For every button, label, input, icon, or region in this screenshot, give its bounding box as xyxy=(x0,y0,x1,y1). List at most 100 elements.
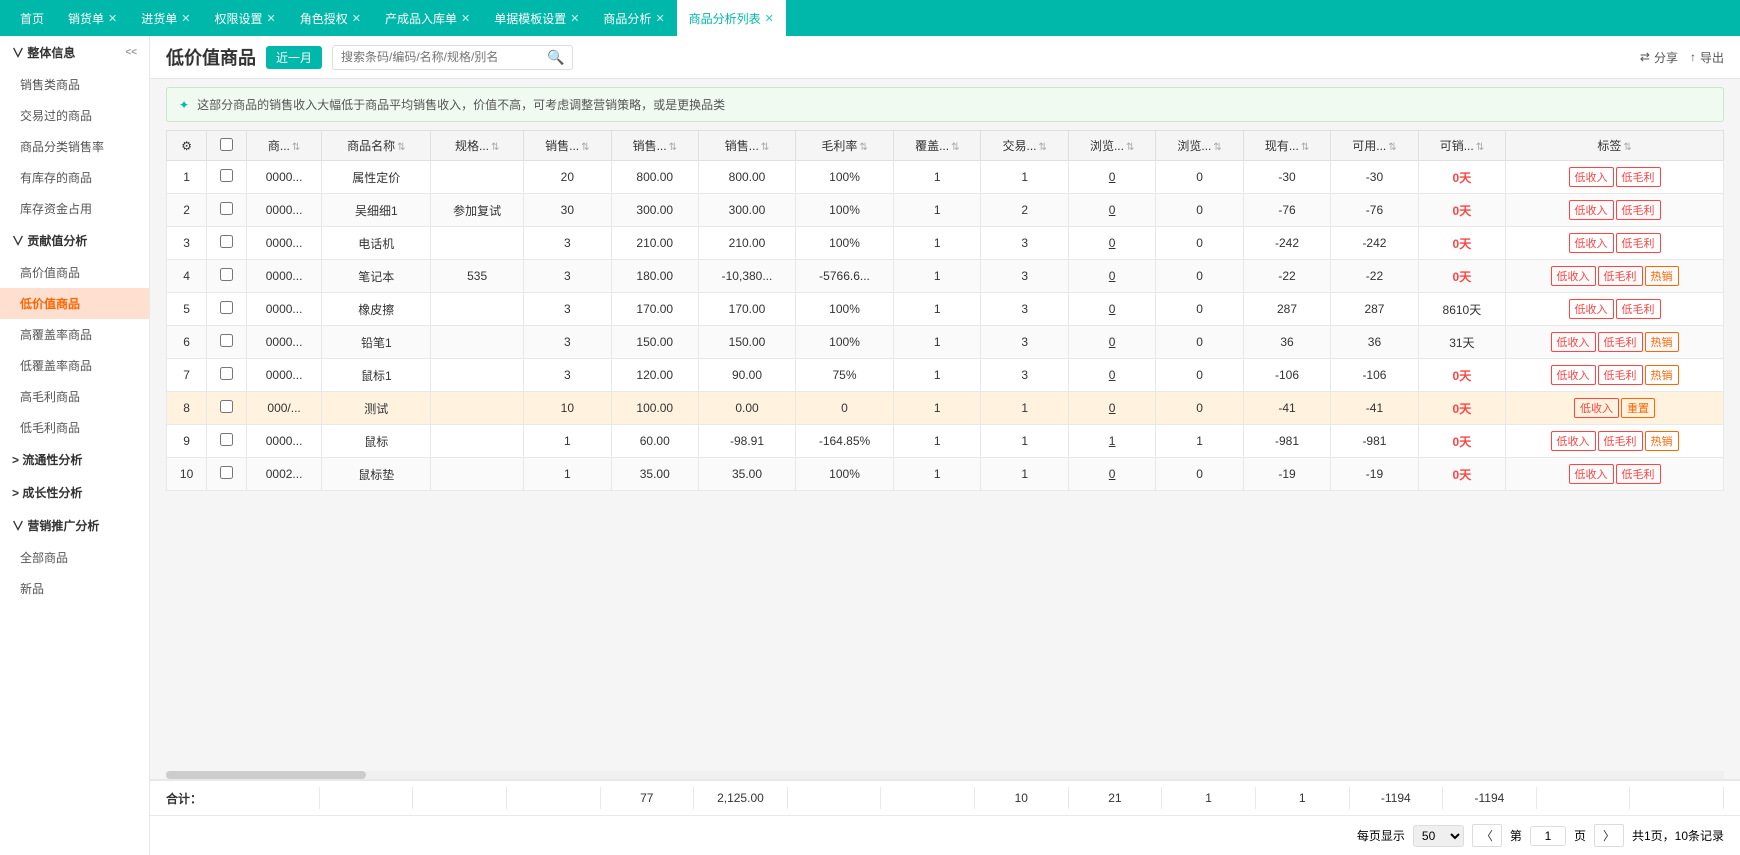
row-browse1[interactable]: 0 xyxy=(1068,359,1155,392)
close-icon[interactable]: ✕ xyxy=(267,12,276,25)
col-sale-amount[interactable]: 销售...⇅ xyxy=(611,131,698,161)
row-browse1[interactable]: 0 xyxy=(1068,458,1155,491)
col-spec[interactable]: 规格...⇅ xyxy=(431,131,524,161)
col-trade-count[interactable]: 交易...⇅ xyxy=(981,131,1068,161)
sidebar-group-marketing[interactable]: ∨ 营销推广分析 xyxy=(0,509,149,542)
row-browse1[interactable]: 0 xyxy=(1068,161,1155,194)
row-checkbox[interactable] xyxy=(207,194,247,227)
col-tags[interactable]: 标签⇅ xyxy=(1506,131,1724,161)
row-select-checkbox[interactable] xyxy=(220,367,233,380)
row-browse1[interactable]: 0 xyxy=(1068,326,1155,359)
close-icon[interactable]: ✕ xyxy=(181,12,190,25)
col-sale-price[interactable]: 销售...⇅ xyxy=(698,131,795,161)
row-browse1[interactable]: 1 xyxy=(1068,425,1155,458)
horizontal-scrollbar[interactable] xyxy=(166,771,1724,779)
sidebar-item-sales-products[interactable]: 销售类商品 xyxy=(0,69,149,100)
row-available-stock: 36 xyxy=(1331,326,1418,359)
row-checkbox[interactable] xyxy=(207,392,247,425)
page-number-input[interactable] xyxy=(1530,826,1566,846)
nav-template-settings[interactable]: 单据模板设置 ✕ xyxy=(482,0,591,36)
nav-product-inbound[interactable]: 产成品入库单 ✕ xyxy=(373,0,482,36)
table-row: 5 0000... 橡皮擦 3 170.00 170.00 100% 1 3 0… xyxy=(167,293,1724,326)
col-gross-rate[interactable]: 毛利率⇅ xyxy=(796,131,894,161)
col-coverage[interactable]: 覆盖...⇅ xyxy=(894,131,981,161)
row-checkbox[interactable] xyxy=(207,359,247,392)
sidebar-group-growth[interactable]: > 成长性分析 xyxy=(0,476,149,509)
sidebar-item-stock-capital[interactable]: 库存资金占用 xyxy=(0,193,149,224)
nav-sales-order[interactable]: 销货单 ✕ xyxy=(56,0,129,36)
close-icon[interactable]: ✕ xyxy=(655,12,664,25)
row-browse1[interactable]: 0 xyxy=(1068,293,1155,326)
row-select-checkbox[interactable] xyxy=(220,466,233,479)
row-select-checkbox[interactable] xyxy=(220,268,233,281)
row-checkbox[interactable] xyxy=(207,458,247,491)
row-select-checkbox[interactable] xyxy=(220,202,233,215)
sidebar-item-new-products[interactable]: 新品 xyxy=(0,573,149,604)
row-checkbox[interactable] xyxy=(207,425,247,458)
close-icon[interactable]: ✕ xyxy=(352,12,361,25)
row-checkbox[interactable] xyxy=(207,326,247,359)
row-select-checkbox[interactable] xyxy=(220,235,233,248)
scrollbar-thumb[interactable] xyxy=(166,771,366,779)
row-browse1[interactable]: 0 xyxy=(1068,194,1155,227)
row-select-checkbox[interactable] xyxy=(220,334,233,347)
col-code[interactable]: 商...⇅ xyxy=(246,131,322,161)
col-browse1[interactable]: 浏览...⇅ xyxy=(1068,131,1155,161)
nav-permission-settings[interactable]: 权限设置 ✕ xyxy=(202,0,287,36)
col-saleable-days[interactable]: 可销...⇅ xyxy=(1418,131,1505,161)
col-name[interactable]: 商品名称⇅ xyxy=(322,131,431,161)
sidebar-item-high-coverage[interactable]: 高覆盖率商品 xyxy=(0,319,149,350)
row-checkbox[interactable] xyxy=(207,260,247,293)
row-select-checkbox[interactable] xyxy=(220,301,233,314)
sidebar-item-high-margin[interactable]: 高毛利商品 xyxy=(0,381,149,412)
sidebar-item-low-coverage[interactable]: 低覆盖率商品 xyxy=(0,350,149,381)
time-filter-button[interactable]: 近一月 xyxy=(266,46,322,69)
col-settings[interactable]: ⚙ xyxy=(167,131,207,161)
row-num: 6 xyxy=(167,326,207,359)
row-select-checkbox[interactable] xyxy=(220,400,233,413)
row-checkbox[interactable] xyxy=(207,293,247,326)
row-browse1[interactable]: 0 xyxy=(1068,392,1155,425)
page-size-select[interactable]: 50 100 200 xyxy=(1413,825,1464,847)
sidebar-item-low-margin[interactable]: 低毛利商品 xyxy=(0,412,149,443)
search-icon[interactable]: 🔍 xyxy=(547,49,564,66)
sidebar-group-contribution[interactable]: ∨ 贡献值分析 xyxy=(0,224,149,257)
prev-page-button[interactable]: 〈 xyxy=(1472,824,1502,847)
sidebar-group-overall[interactable]: ∨ 整体信息 << xyxy=(0,36,149,69)
row-select-checkbox[interactable] xyxy=(220,169,233,182)
sidebar-item-low-value[interactable]: 低价值商品 xyxy=(0,288,149,319)
row-browse1[interactable]: 0 xyxy=(1068,227,1155,260)
sidebar-item-category-sales-rate[interactable]: 商品分类销售率 xyxy=(0,131,149,162)
close-icon[interactable]: ✕ xyxy=(461,12,470,25)
select-all-checkbox[interactable] xyxy=(220,138,233,151)
col-checkbox[interactable] xyxy=(207,131,247,161)
nav-purchase-order[interactable]: 进货单 ✕ xyxy=(129,0,202,36)
nav-home[interactable]: 首页 xyxy=(8,0,56,36)
row-checkbox[interactable] xyxy=(207,161,247,194)
share-button[interactable]: ⇄ 分享 xyxy=(1640,49,1678,66)
row-checkbox[interactable] xyxy=(207,227,247,260)
close-icon[interactable]: ✕ xyxy=(108,12,117,25)
export-button[interactable]: ↑ 导出 xyxy=(1690,49,1724,66)
close-icon[interactable]: ✕ xyxy=(765,12,774,25)
row-tags: 低收入低毛利热销 xyxy=(1506,359,1724,392)
sidebar-item-traded-products[interactable]: 交易过的商品 xyxy=(0,100,149,131)
col-browse2[interactable]: 浏览...⇅ xyxy=(1156,131,1243,161)
col-current-stock[interactable]: 现有...⇅ xyxy=(1243,131,1330,161)
row-select-checkbox[interactable] xyxy=(220,433,233,446)
col-available-stock[interactable]: 可用...⇅ xyxy=(1331,131,1418,161)
sidebar-item-all-products[interactable]: 全部商品 xyxy=(0,542,149,573)
search-input[interactable] xyxy=(341,50,541,64)
sidebar-item-high-value[interactable]: 高价值商品 xyxy=(0,257,149,288)
sidebar-item-stock-products[interactable]: 有库存的商品 xyxy=(0,162,149,193)
tag-badge: 低收入 xyxy=(1574,398,1619,418)
close-icon[interactable]: ✕ xyxy=(570,12,579,25)
next-page-button[interactable]: 〉 xyxy=(1594,824,1624,847)
col-sale-qty[interactable]: 销售...⇅ xyxy=(524,131,611,161)
row-browse1[interactable]: 0 xyxy=(1068,260,1155,293)
nav-role-auth[interactable]: 角色授权 ✕ xyxy=(288,0,373,36)
sidebar-group-circulation[interactable]: > 流通性分析 xyxy=(0,443,149,476)
page-title: 低价值商品 xyxy=(166,44,256,70)
nav-product-analysis[interactable]: 商品分析 ✕ xyxy=(591,0,676,36)
nav-product-analysis-list[interactable]: 商品分析列表 ✕ xyxy=(677,0,786,36)
